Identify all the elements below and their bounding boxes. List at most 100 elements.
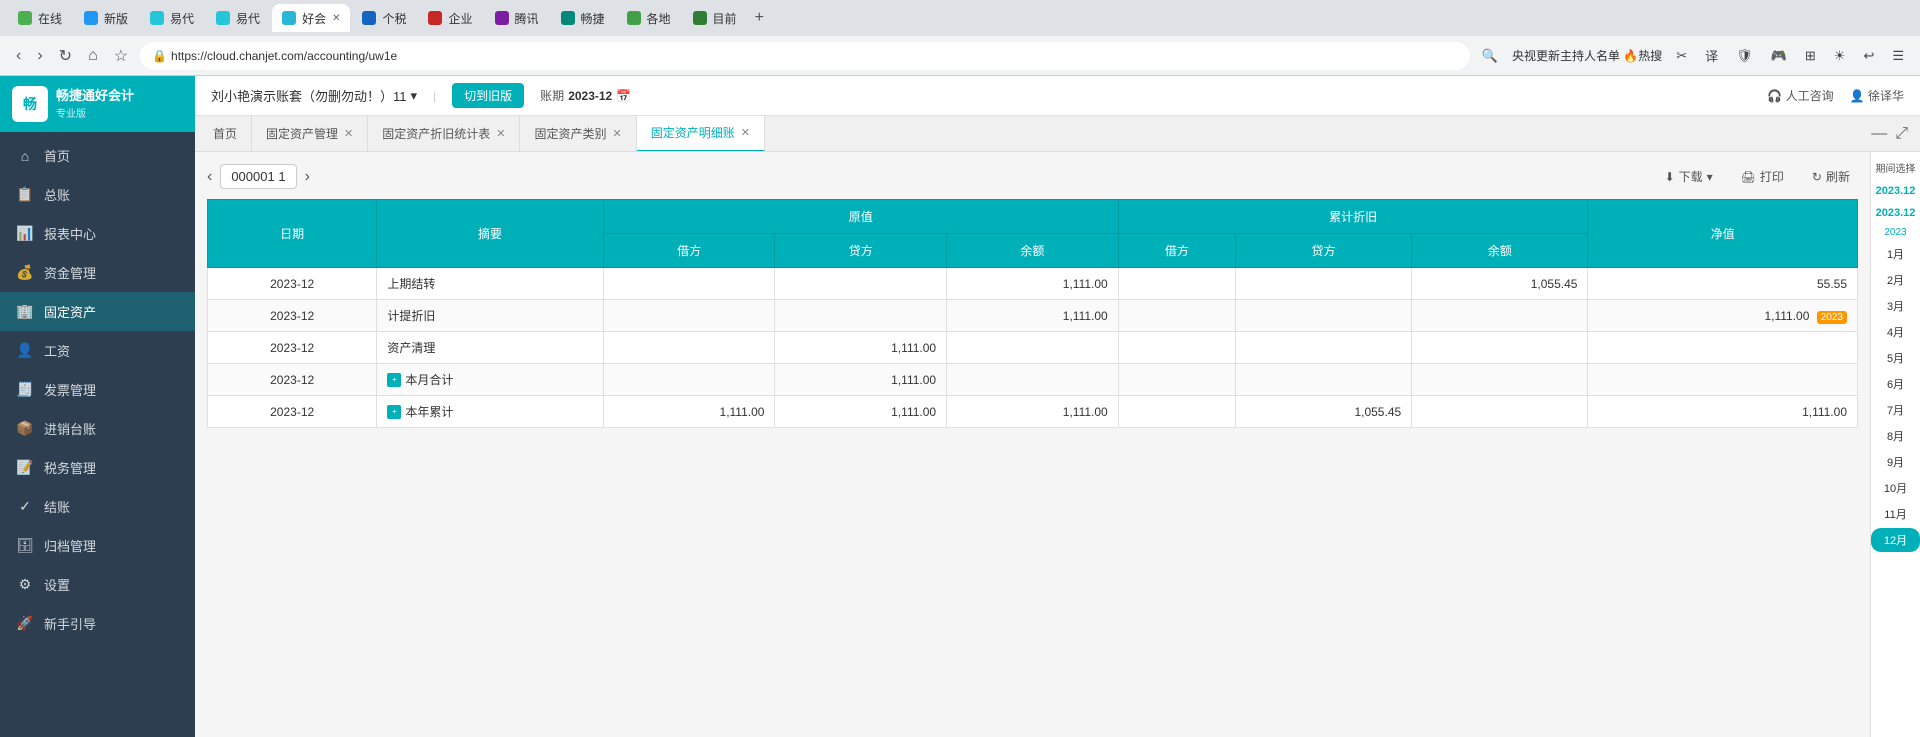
maximize-tab-icon[interactable]: ⤢ — [1895, 125, 1908, 143]
period-header: 期间选择 — [1874, 156, 1918, 179]
period-month-3[interactable]: 3月 — [1871, 294, 1920, 318]
period-display: 账期 2023-12 📅 — [540, 87, 631, 104]
salary-icon: 👤 — [16, 342, 34, 360]
browser-tab-yidai1[interactable]: 易代 — [140, 4, 204, 32]
guide-icon: 🚀 — [16, 615, 34, 633]
refresh-button[interactable]: ↻ 刷新 — [1804, 164, 1858, 189]
scissors-icon[interactable]: ✂ — [1672, 44, 1691, 68]
sidebar: 畅 畅捷通好会计 专业版 首页 📋 总账 📊 报表中心 💰 资金管理 — [0, 76, 195, 737]
sidebar-item-tax[interactable]: 📝 税务管理 — [0, 448, 195, 487]
browser-tab-yidai2[interactable]: 易代 — [206, 4, 270, 32]
table-row: 2023-12 + 本月合计 1,111.00 — [208, 364, 1858, 396]
ledger-icon: 📋 — [16, 186, 34, 204]
next-page-button[interactable]: › — [305, 168, 310, 186]
fund-icon: 💰 — [16, 264, 34, 282]
tab-fixed-detail[interactable]: 固定资产明细账 ✕ — [637, 116, 765, 152]
sidebar-item-home[interactable]: 首页 — [0, 136, 195, 175]
user-profile[interactable]: 👤 徐译华 — [1850, 87, 1904, 104]
minimize-tab-icon[interactable]: — — [1871, 125, 1887, 143]
chevron-down-icon: ▾ — [411, 88, 418, 104]
period-selected-top[interactable]: 2023.12 — [1871, 181, 1920, 201]
forward-button[interactable]: › — [33, 43, 46, 69]
download-icon: ⬇ — [1665, 170, 1675, 184]
reload-button[interactable]: ↻ — [55, 42, 76, 70]
period-month-11[interactable]: 11月 — [1871, 502, 1920, 526]
sidebar-item-fund[interactable]: 💰 资金管理 — [0, 253, 195, 292]
bookmark-button[interactable]: ☆ — [110, 42, 132, 70]
sidebar-item-archive[interactable]: 🗄 归档管理 — [0, 526, 195, 565]
right-panel: 期间选择 2023.12 2023.12 2023 1月 2月 3月 4月 5月… — [1870, 152, 1920, 737]
tab-close-detail[interactable]: ✕ — [741, 126, 750, 139]
period-month-6[interactable]: 6月 — [1871, 372, 1920, 396]
browser-tab-tencent[interactable]: 腾讯 — [485, 4, 549, 32]
content-area: ‹ 000001 1 › ⬇ 下载 ▾ 🖨 — [195, 152, 1920, 737]
browser-tab-qiye[interactable]: 企业 — [418, 4, 482, 32]
browser-tab-new[interactable]: 新版 — [74, 4, 138, 32]
sidebar-item-invoice[interactable]: 🧾 发票管理 — [0, 370, 195, 409]
switch-version-button[interactable]: 切到旧版 — [452, 83, 524, 108]
home-icon — [16, 147, 34, 165]
sidebar-item-stock[interactable]: 📦 进销台账 — [0, 409, 195, 448]
stock-icon: 📦 — [16, 420, 34, 438]
refresh-icon: ↻ — [1812, 170, 1822, 184]
browser-tab-changjie[interactable]: 畅捷 — [551, 4, 615, 32]
tab-close-deprec-stat[interactable]: ✕ — [496, 127, 505, 140]
shield-icon[interactable]: 🛡 — [1732, 44, 1757, 68]
browser-tab-muqian[interactable]: 目前 — [683, 4, 747, 32]
period-month-1[interactable]: 1月 — [1871, 242, 1920, 266]
sidebar-item-settings[interactable]: ⚙ 设置 — [0, 565, 195, 604]
hot-search[interactable]: 央视更新主持人名单 🔥热搜 — [1512, 47, 1662, 64]
col-original-value: 原值 — [603, 200, 1118, 234]
sidebar-header: 畅 畅捷通好会计 专业版 — [0, 76, 195, 132]
sidebar-item-report[interactable]: 📊 报表中心 — [0, 214, 195, 253]
tab-fixed-category[interactable]: 固定资产类别 ✕ — [520, 116, 636, 152]
period-month-10[interactable]: 10月 — [1871, 476, 1920, 500]
tab-close-category[interactable]: ✕ — [613, 127, 622, 140]
period-month-2[interactable]: 2月 — [1871, 268, 1920, 292]
browser-tab-geshui[interactable]: 个税 — [352, 4, 416, 32]
company-selector[interactable]: 刘小艳演示账套（勿删勿动！）11 ▾ — [211, 86, 417, 105]
browser-tab-online[interactable]: 在线 — [8, 4, 72, 32]
menu-icon[interactable]: ☰ — [1888, 44, 1908, 68]
period-selected-bottom[interactable]: 2023.12 — [1871, 203, 1920, 223]
tab-fixed-mgmt[interactable]: 固定资产管理 ✕ — [252, 116, 368, 152]
home-button[interactable]: ⌂ — [84, 43, 102, 69]
print-button[interactable]: 🖨 打印 — [1733, 164, 1792, 189]
grid-icon[interactable]: ⊞ — [1801, 44, 1820, 68]
period-month-4[interactable]: 4月 — [1871, 320, 1920, 344]
col-dep-balance: 余额 — [1412, 234, 1588, 268]
sidebar-item-fixed[interactable]: 🏢 固定资产 — [0, 292, 195, 331]
search-icon[interactable]: 🔍 — [1478, 44, 1502, 68]
sidebar-item-guide[interactable]: 🚀 新手引导 — [0, 604, 195, 643]
back-button[interactable]: ‹ — [12, 43, 25, 69]
sidebar-item-ledger[interactable]: 📋 总账 — [0, 175, 195, 214]
translate-icon[interactable]: 译 — [1701, 42, 1722, 69]
avatar-icon: 👤 — [1850, 89, 1865, 103]
prev-page-button[interactable]: ‹ — [207, 168, 212, 186]
col-accumulated-dep: 累计折旧 — [1118, 200, 1588, 234]
tab-close-fixed-mgmt[interactable]: ✕ — [344, 127, 353, 140]
nav-right: ⬇ 下载 ▾ 🖨 打印 ↻ 刷新 — [1657, 164, 1858, 189]
tab-close-icon[interactable]: ✕ — [332, 13, 340, 24]
headset-icon: 🎧 — [1767, 89, 1782, 103]
brightness-icon[interactable]: ☀ — [1830, 44, 1850, 68]
table-row: 2023-12 上期结转 1,111.00 1,055.45 55.55 — [208, 268, 1858, 300]
period-month-9[interactable]: 9月 — [1871, 450, 1920, 474]
browser-tab-haohui[interactable]: 好会 ✕ — [272, 4, 350, 32]
calendar-icon[interactable]: 📅 — [616, 89, 631, 103]
period-month-5[interactable]: 5月 — [1871, 346, 1920, 370]
new-tab-button[interactable]: + — [749, 9, 770, 27]
tab-fixed-deprec-stat[interactable]: 固定资产折旧统计表 ✕ — [368, 116, 520, 152]
download-button[interactable]: ⬇ 下载 ▾ — [1657, 164, 1721, 189]
browser-tab-gedi[interactable]: 各地 — [617, 4, 681, 32]
sidebar-item-settle[interactable]: ✓ 结账 — [0, 487, 195, 526]
undo-icon[interactable]: ↩ — [1859, 44, 1878, 68]
tab-home[interactable]: 首页 — [199, 116, 252, 152]
period-month-12[interactable]: 12月 — [1871, 528, 1920, 552]
consult-button[interactable]: 🎧 人工咨询 — [1767, 87, 1833, 104]
sidebar-item-salary[interactable]: 👤 工资 — [0, 331, 195, 370]
period-month-8[interactable]: 8月 — [1871, 424, 1920, 448]
address-input[interactable]: 🔒 https://cloud.chanjet.com/accounting/u… — [140, 42, 1470, 70]
game-icon[interactable]: 🎮 — [1767, 44, 1791, 68]
period-month-7[interactable]: 7月 — [1871, 398, 1920, 422]
